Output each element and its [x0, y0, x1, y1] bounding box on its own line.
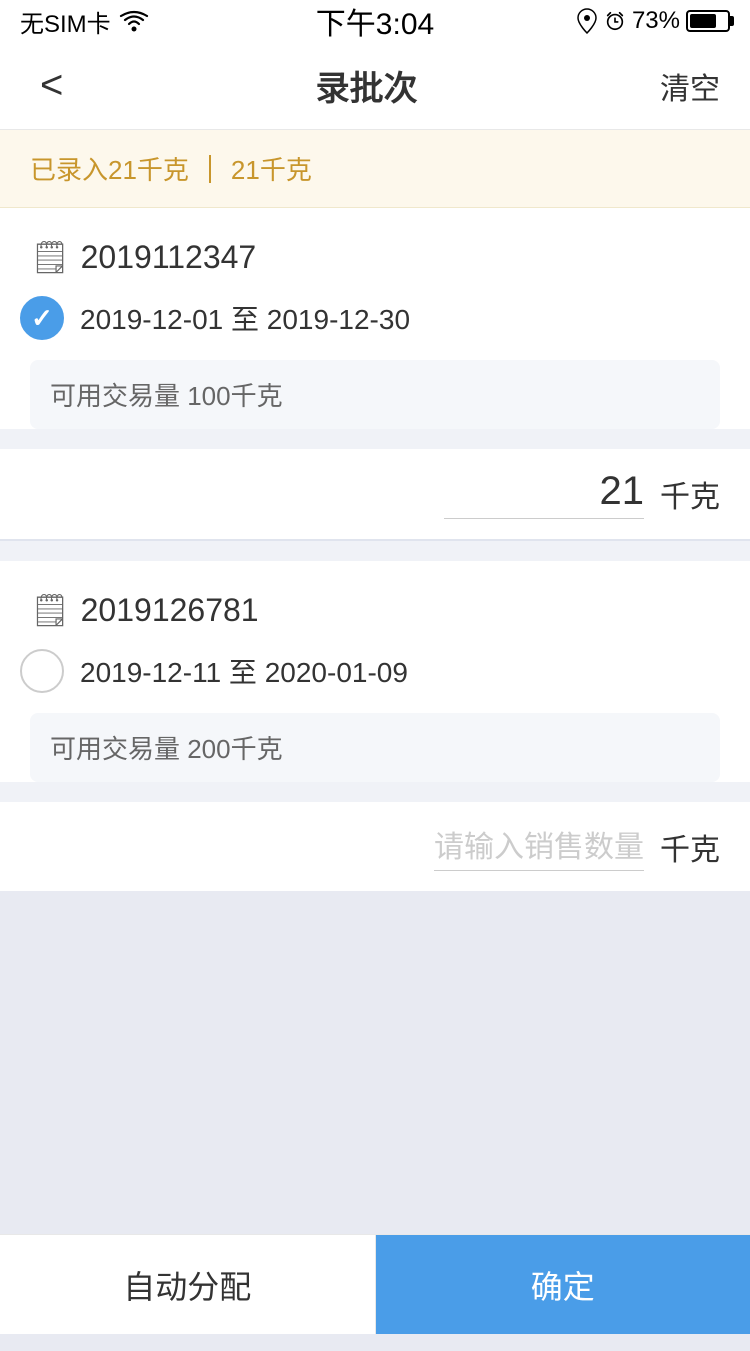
quantity-value-1: 21 — [600, 469, 645, 513]
total-label: 21千克 — [231, 150, 312, 187]
info-divider — [209, 155, 211, 183]
auto-distribute-button[interactable]: 自动分配 — [0, 1235, 376, 1334]
recorded-label: 已录入21千克 — [30, 150, 189, 187]
quantity-unit-1: 千克 — [660, 472, 720, 516]
battery-percent: 73% — [632, 7, 680, 35]
back-button[interactable]: < — [30, 53, 73, 118]
status-right: 73% — [576, 7, 730, 35]
batch-header-2: 🗒 2019126781 — [0, 561, 750, 639]
battery-icon — [686, 10, 730, 32]
batch-item-2: 🗒 2019126781 2019-12-11 至 2020-01-09 可用交… — [0, 561, 750, 782]
batch-id-2: 2019126781 — [81, 592, 259, 629]
batch-item-1: 🗒 2019112347 2019-12-01 至 2019-12-30 可用交… — [0, 208, 750, 429]
status-left: 无SIM卡 — [20, 4, 149, 39]
quantity-row-2: 请输入销售数量 千克 — [0, 802, 750, 891]
batch-id-1: 2019112347 — [81, 239, 257, 276]
radio-btn-2[interactable] — [20, 649, 64, 693]
page-title: 录批次 — [316, 61, 418, 110]
status-time: 下午3:04 — [316, 0, 434, 43]
section-gap — [0, 541, 750, 561]
quantity-display-2[interactable]: 请输入销售数量 — [434, 822, 644, 871]
batch-header-1: 🗒 2019112347 — [0, 208, 750, 286]
confirm-button[interactable]: 确定 — [376, 1235, 750, 1334]
wifi-icon — [119, 10, 149, 32]
status-bar: 无SIM卡 下午3:04 73% — [0, 0, 750, 42]
batch-icon-2: 🗒 — [30, 591, 71, 629]
info-bar: 已录入21千克 21千克 — [0, 130, 750, 208]
location-icon — [576, 8, 598, 34]
alarm-icon — [604, 8, 626, 34]
bottom-bar: 自动分配 确定 — [0, 1234, 750, 1334]
quantity-unit-2: 千克 — [660, 825, 720, 869]
batch-available-2: 可用交易量 200千克 — [30, 713, 720, 782]
clear-button[interactable]: 清空 — [660, 64, 720, 108]
batch-date-row-2[interactable]: 2019-12-11 至 2020-01-09 — [0, 639, 750, 703]
radio-btn-1[interactable] — [20, 296, 64, 340]
batch-date-2: 2019-12-11 至 2020-01-09 — [80, 651, 408, 691]
navbar: < 录批次 清空 — [0, 42, 750, 130]
batch-icon-1: 🗒 — [30, 238, 71, 276]
batch-date-row-1[interactable]: 2019-12-01 至 2019-12-30 — [0, 286, 750, 350]
batch-available-1: 可用交易量 100千克 — [30, 360, 720, 429]
quantity-row-1: 21 千克 — [0, 449, 750, 539]
batch-date-1: 2019-12-01 至 2019-12-30 — [80, 298, 410, 338]
quantity-placeholder-2: 请输入销售数量 — [434, 831, 644, 864]
sim-text: 无SIM卡 — [20, 4, 111, 39]
quantity-display-1[interactable]: 21 — [444, 469, 644, 519]
